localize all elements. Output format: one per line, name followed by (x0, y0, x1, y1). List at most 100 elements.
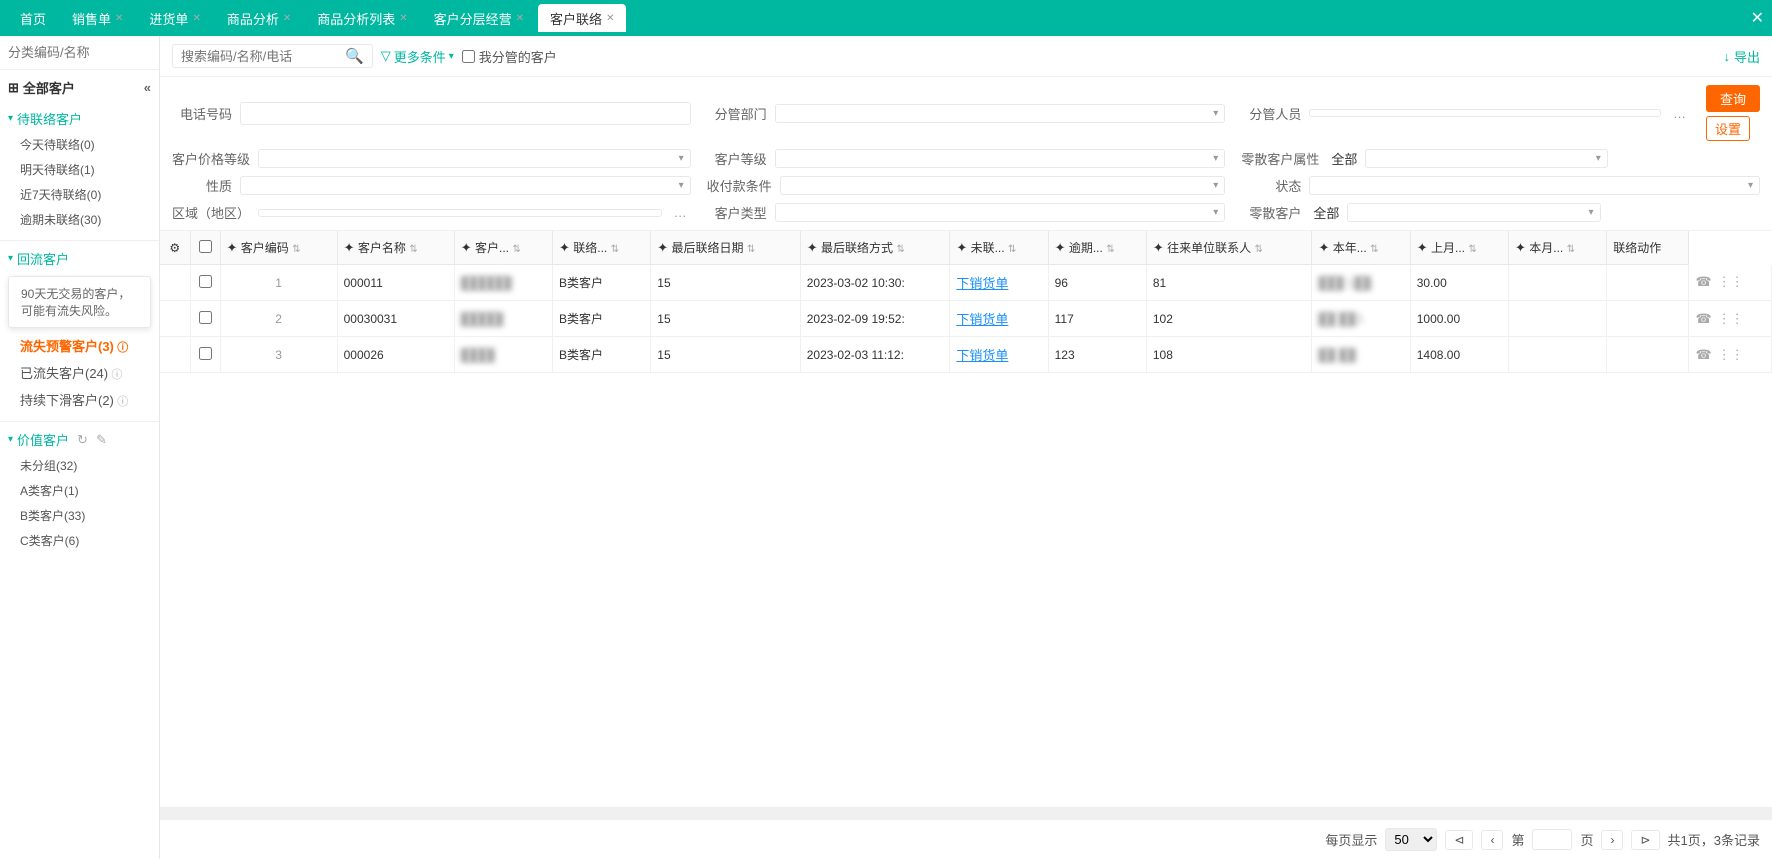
col-last-month[interactable]: ✦ 上月... ⇅ (1410, 231, 1508, 265)
sidebar-item-ungroup[interactable]: 未分组(32) (0, 453, 159, 478)
filter-zero-attr-label: 零散客户属性 (1241, 149, 1319, 168)
sidebar-item-declining[interactable]: 持续下滑客户(2) ⓘ (0, 386, 159, 413)
tab-customer-contact[interactable]: 客户联络 ✕ (538, 4, 626, 32)
sidebar-item-7days[interactable]: 近7天待联络(0) (0, 182, 159, 207)
col-settings[interactable]: ⚙ (160, 231, 190, 265)
sidebar-group-churn-title[interactable]: ▾ 回流客户 (0, 245, 159, 272)
tab-customer-contact-close[interactable]: ✕ (606, 13, 614, 24)
row-last-method[interactable]: 下销货单 (950, 265, 1048, 301)
row-name: █████ (454, 301, 552, 337)
col-overdue[interactable]: ✦ 逾期... ⇅ (1048, 231, 1146, 265)
tab-home[interactable]: 首页 (8, 9, 58, 28)
row-last-month (1509, 337, 1607, 373)
filter-dept-select[interactable]: ▾ (775, 104, 1226, 123)
page-prev-btn[interactable]: ‹ (1481, 830, 1503, 850)
filter-phone-input[interactable] (240, 102, 691, 125)
my-customers-wrap: 我分管的客户 (462, 47, 557, 66)
col-contact-person[interactable]: ✦ 往来单位联系人 ⇅ (1146, 231, 1312, 265)
filter-more-btn[interactable]: ▽ 更多条件 ▾ (381, 47, 454, 66)
filter-more-region[interactable]: … (670, 205, 691, 220)
query-button[interactable]: 查询 (1706, 85, 1760, 112)
per-page-select[interactable]: 50 100 200 (1385, 828, 1437, 851)
filter-zero-customer-select[interactable]: ▾ (1347, 203, 1600, 222)
filter-row-customer-level: 客户等级 ▾ (707, 149, 1226, 168)
filter-status-select[interactable]: ▾ (1309, 176, 1760, 195)
sidebar-group-pending-title[interactable]: ▾ 待联络客户 (0, 105, 159, 132)
col-name[interactable]: ✦ 客户名称 ⇅ (337, 231, 454, 265)
filter-zero-attr-select[interactable]: ▾ (1365, 149, 1607, 168)
row-checkbox-2[interactable] (199, 347, 212, 360)
page-first-btn[interactable]: ⊲ (1445, 830, 1473, 850)
sidebar-item-class-a[interactable]: A类客户(1) (0, 478, 159, 503)
search-icon-btn[interactable]: 🔍 (345, 47, 364, 65)
col-last-date[interactable]: ✦ 最后联络日期 ⇅ (651, 231, 800, 265)
row-last-method[interactable]: 下销货单 (950, 337, 1048, 373)
filter-customer-type-select[interactable]: ▾ (775, 203, 1226, 222)
filter-person-select[interactable] (1309, 109, 1661, 117)
col-last-method[interactable]: ✦ 最后联络方式 ⇅ (800, 231, 950, 265)
filter-nature-select[interactable]: ▾ (240, 176, 691, 195)
sidebar-item-tomorrow[interactable]: 明天待联络(1) (0, 157, 159, 182)
action-more-icon[interactable]: ⋮⋮ (1718, 311, 1744, 327)
total-info: 共1页，3条记录 (1668, 830, 1760, 849)
tab-sales[interactable]: 销售单 ✕ (60, 4, 135, 32)
sidebar-item-today[interactable]: 今天待联络(0) (0, 132, 159, 157)
main-layout: 🔍 ⊞ 全部客户 « ▾ 待联络客户 今天待联络(0) 明天待联络(1) 近7天… (0, 36, 1772, 859)
sidebar-search-input[interactable] (8, 45, 160, 60)
action-phone-icon[interactable]: ☎ (1695, 274, 1711, 290)
action-phone-icon[interactable]: ☎ (1695, 311, 1711, 327)
row-last-method[interactable]: 下销货单 (950, 301, 1048, 337)
settings-button[interactable]: 设置 (1706, 116, 1750, 141)
sidebar-item-class-c[interactable]: C类客户(6) (0, 528, 159, 553)
filter-payment-label: 收付款条件 (707, 176, 772, 195)
search-bar: 🔍 ▽ 更多条件 ▾ 我分管的客户 ↓ 导出 (160, 36, 1772, 77)
search-input[interactable] (181, 49, 341, 64)
tab-analysis-list[interactable]: 商品分析列表 ✕ (305, 4, 419, 32)
sidebar-collapse-icon[interactable]: « (144, 80, 151, 95)
page-next-btn[interactable]: › (1601, 830, 1623, 850)
action-more-icon[interactable]: ⋮⋮ (1718, 347, 1744, 363)
col-this-year[interactable]: ✦ 本年... ⇅ (1312, 231, 1410, 265)
tab-purchase-close[interactable]: ✕ (192, 13, 200, 24)
tab-analysis[interactable]: 商品分析 ✕ (215, 4, 303, 32)
sidebar-item-churn-warning[interactable]: 流失预警客户(3) ⓘ (0, 332, 159, 359)
filter-region-select[interactable] (258, 209, 662, 217)
action-more-icon[interactable]: ⋮⋮ (1718, 274, 1744, 290)
col-type[interactable]: ✦ 客户... ⇅ (454, 231, 552, 265)
col-code[interactable]: ✦ 客户编码 ⇅ (220, 231, 337, 265)
export-button[interactable]: ↓ 导出 (1723, 47, 1760, 66)
col-not-contact[interactable]: ✦ 未联... ⇅ (950, 231, 1048, 265)
filter-more-person[interactable]: … (1669, 106, 1690, 121)
tab-purchase[interactable]: 进货单 ✕ (137, 4, 212, 32)
tab-analysis-list-close[interactable]: ✕ (399, 13, 407, 24)
row-checkbox-1[interactable] (199, 311, 212, 324)
tab-customer-tier[interactable]: 客户分层经营 ✕ (422, 4, 536, 32)
filter-row-phone: 电话号码 (172, 85, 691, 141)
row-type: B类客户 (553, 301, 651, 337)
row-num: 1 (220, 265, 337, 301)
page-last-btn[interactable]: ⊳ (1631, 830, 1659, 850)
sidebar-item-churned[interactable]: 已流失客户(24) ⓘ (0, 359, 159, 386)
row-action: ☎ ⋮⋮ (1689, 337, 1772, 373)
refresh-icon[interactable]: ↻ (77, 432, 88, 448)
page-input[interactable]: 1 (1532, 829, 1572, 850)
filter-price-level-select[interactable]: ▾ (258, 149, 691, 168)
horizontal-scrollbar[interactable] (160, 807, 1772, 819)
my-customers-checkbox[interactable] (462, 50, 475, 63)
select-all-checkbox[interactable] (199, 240, 212, 253)
sidebar-root[interactable]: ⊞ 全部客户 « (0, 70, 159, 105)
tab-customer-tier-close[interactable]: ✕ (516, 13, 524, 24)
action-phone-icon[interactable]: ☎ (1695, 347, 1711, 363)
col-contact-count[interactable]: ✦ 联络... ⇅ (553, 231, 651, 265)
tab-sales-close[interactable]: ✕ (115, 13, 123, 24)
sidebar-item-class-b[interactable]: B类客户(33) (0, 503, 159, 528)
edit-icon[interactable]: ✎ (96, 432, 107, 448)
col-this-month[interactable]: ✦ 本月... ⇅ (1509, 231, 1607, 265)
tab-analysis-close[interactable]: ✕ (283, 13, 291, 24)
sidebar-item-overdue[interactable]: 逾期未联络(30) (0, 207, 159, 232)
filter-payment-select[interactable]: ▾ (780, 176, 1226, 195)
window-close-button[interactable]: ✕ (1751, 8, 1764, 28)
sidebar-group-value-title[interactable]: ▾ 价值客户 ↻ ✎ (0, 426, 159, 453)
row-checkbox-0[interactable] (199, 275, 212, 288)
filter-customer-level-select[interactable]: ▾ (775, 149, 1226, 168)
